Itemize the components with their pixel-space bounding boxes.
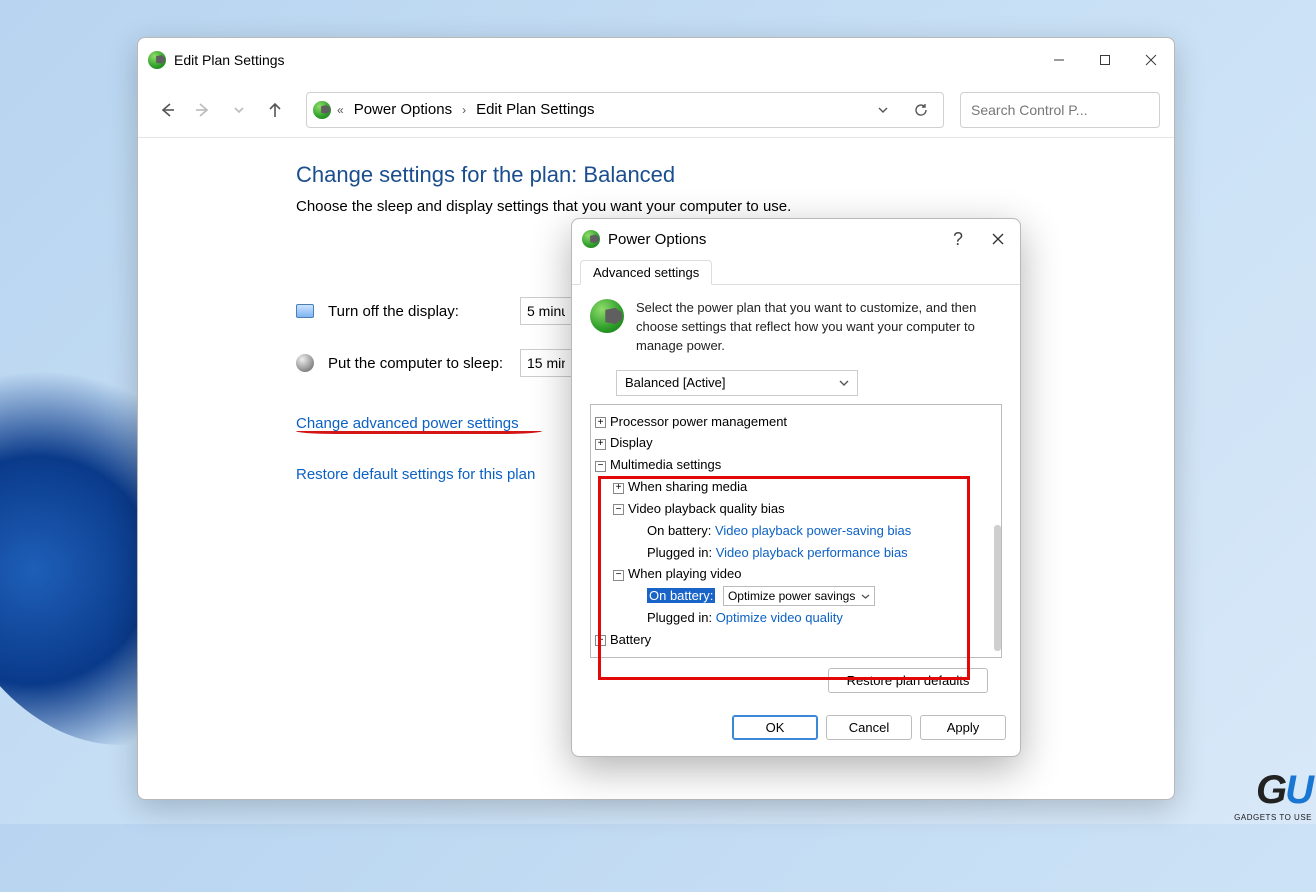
power-options-icon: [148, 51, 166, 69]
address-dropdown-icon[interactable]: [867, 94, 899, 126]
tree-battery[interactable]: Battery: [610, 632, 651, 647]
restore-defaults-link[interactable]: Restore default settings for this plan: [296, 466, 535, 483]
display-icon: [296, 304, 314, 318]
power-options-dialog: Power Options ? Advanced settings Select…: [571, 218, 1021, 757]
dialog-intro-text: Select the power plan that you want to c…: [636, 299, 1002, 356]
turn-off-display-label: Turn off the display:: [328, 303, 520, 320]
sleep-label: Put the computer to sleep:: [328, 355, 520, 372]
dialog-close-button[interactable]: [976, 219, 1020, 259]
plan-select-value: Balanced [Active]: [625, 375, 725, 390]
chevron-left-icon: «: [337, 103, 344, 117]
turn-off-display-value[interactable]: [520, 297, 572, 325]
ok-button[interactable]: OK: [732, 715, 818, 740]
restore-defaults-button[interactable]: Restore plan defaults: [828, 668, 988, 693]
collapse-icon[interactable]: −: [595, 461, 606, 472]
search-input[interactable]: [971, 102, 1152, 118]
cancel-button[interactable]: Cancel: [826, 715, 912, 740]
dialog-tabstrip: Advanced settings: [572, 259, 1020, 285]
dialog-titlebar: Power Options ?: [572, 219, 1020, 259]
expand-icon[interactable]: +: [595, 417, 606, 428]
playing-battery-dropdown[interactable]: Optimize power savings: [723, 586, 875, 606]
titlebar: Edit Plan Settings: [138, 38, 1174, 82]
page-heading: Change settings for the plan: Balanced: [296, 162, 1138, 188]
search-box[interactable]: [960, 92, 1160, 128]
expand-icon[interactable]: +: [595, 439, 606, 450]
tree-display[interactable]: Display: [610, 435, 653, 450]
address-bar[interactable]: « Power Options › Edit Plan Settings: [306, 92, 944, 128]
nav-back-icon[interactable]: [152, 94, 182, 126]
breadcrumb-power-options[interactable]: Power Options: [350, 99, 456, 120]
dialog-button-row: OK Cancel Apply: [572, 709, 1020, 756]
window-title: Edit Plan Settings: [174, 52, 285, 68]
maximize-button[interactable]: [1082, 38, 1128, 82]
power-options-icon: [582, 230, 600, 248]
collapse-icon[interactable]: −: [613, 570, 624, 581]
apply-button[interactable]: Apply: [920, 715, 1006, 740]
chevron-right-icon: ›: [462, 103, 466, 117]
dialog-body: Select the power plan that you want to c…: [572, 285, 1020, 709]
plan-select-dropdown[interactable]: Balanced [Active]: [616, 370, 858, 396]
dialog-title: Power Options: [608, 231, 706, 248]
settings-tree[interactable]: +Processor power management +Display −Mu…: [590, 404, 1002, 658]
nav-toolbar: « Power Options › Edit Plan Settings: [138, 82, 1174, 138]
collapse-icon[interactable]: −: [613, 504, 624, 515]
tree-video-bias[interactable]: Video playback quality bias: [628, 501, 785, 516]
page-subhead: Choose the sleep and display settings th…: [296, 198, 1138, 215]
sleep-value[interactable]: [520, 349, 572, 377]
tree-playing-video[interactable]: When playing video: [628, 566, 741, 581]
power-options-icon: [590, 299, 624, 333]
breadcrumb-edit-plan[interactable]: Edit Plan Settings: [472, 99, 598, 120]
close-button[interactable]: [1128, 38, 1174, 82]
video-bias-plugged-label: Plugged in:: [647, 545, 712, 560]
watermark: GU GADGETS TO USE: [1234, 768, 1312, 822]
minimize-button[interactable]: [1036, 38, 1082, 82]
playing-battery-label[interactable]: On battery:: [647, 588, 715, 603]
power-options-icon: [313, 101, 331, 119]
nav-forward-icon[interactable]: [188, 94, 218, 126]
tree-multimedia[interactable]: Multimedia settings: [610, 457, 721, 472]
chevron-down-icon: [839, 378, 849, 388]
nav-up-icon[interactable]: [260, 94, 290, 126]
video-bias-plugged-value[interactable]: Video playback performance bias: [716, 545, 908, 560]
expand-icon[interactable]: +: [595, 635, 606, 646]
playing-plugged-label: Plugged in:: [647, 610, 712, 625]
help-button[interactable]: ?: [940, 229, 976, 250]
video-bias-battery-label: On battery:: [647, 523, 711, 538]
tree-scrollbar[interactable]: [994, 525, 1001, 651]
change-advanced-link[interactable]: Change advanced power settings: [296, 415, 519, 432]
playing-plugged-value[interactable]: Optimize video quality: [716, 610, 843, 625]
expand-icon[interactable]: +: [613, 483, 624, 494]
tree-sharing-media[interactable]: When sharing media: [628, 479, 747, 494]
moon-icon: [296, 354, 314, 372]
nav-history-dropdown[interactable]: [224, 94, 254, 126]
video-bias-battery-value[interactable]: Video playback power-saving bias: [715, 523, 911, 538]
refresh-icon[interactable]: [905, 94, 937, 126]
chevron-down-icon: [861, 592, 870, 601]
tree-processor[interactable]: Processor power management: [610, 414, 787, 429]
playing-battery-value: Optimize power savings: [728, 586, 855, 606]
tab-advanced-settings[interactable]: Advanced settings: [580, 260, 712, 285]
